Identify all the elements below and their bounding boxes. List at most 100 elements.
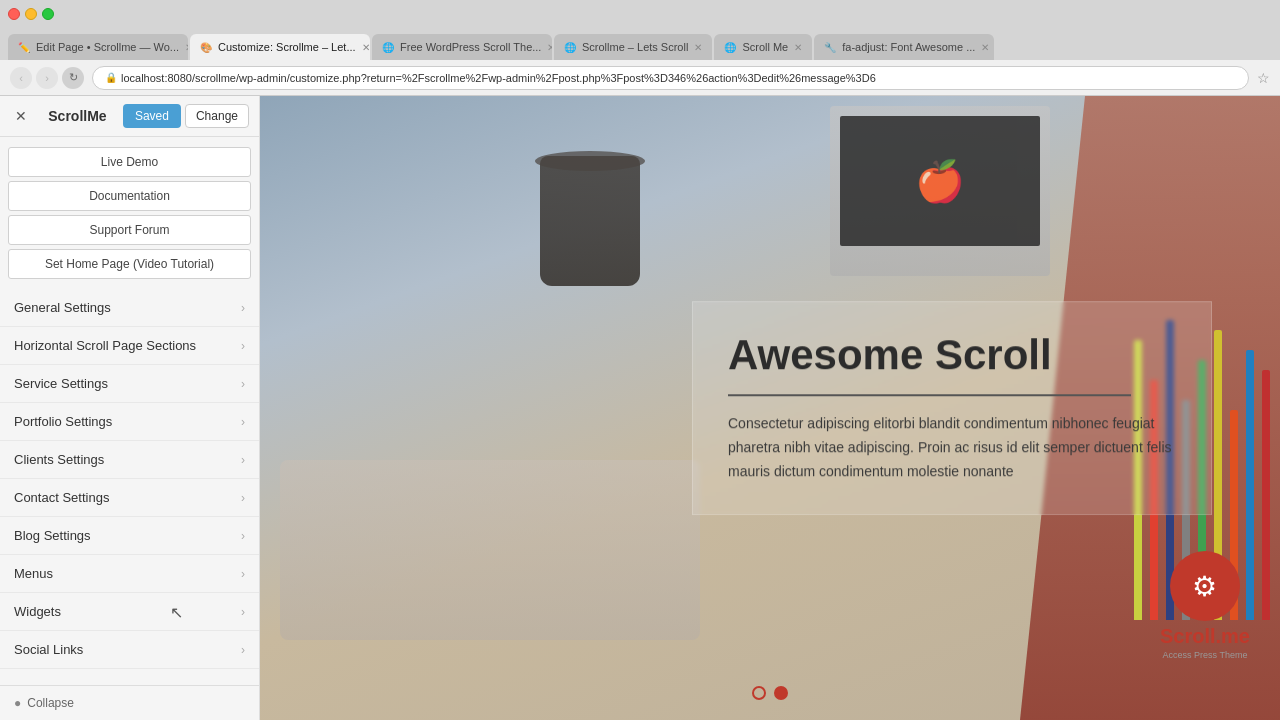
tab-close-button[interactable]: ✕	[981, 42, 989, 53]
bg-coffee-cup	[540, 156, 640, 286]
chevron-right-icon: ›	[241, 453, 245, 467]
app-body: ✕ ScrollMe Saved Change Live Demo Docume…	[0, 96, 1280, 720]
lock-icon: 🔒	[105, 72, 117, 83]
tab-favicon: 🔧	[824, 42, 836, 53]
documentation-button[interactable]: Documentation	[8, 181, 251, 211]
menu-item-label: Service Settings	[14, 376, 108, 391]
refresh-button[interactable]: ↻	[62, 67, 84, 89]
forward-button[interactable]: ›	[36, 67, 58, 89]
tabs-bar: ✏️ Edit Page • Scrollme — Wo... ✕ 🎨 Cust…	[0, 28, 1280, 60]
close-window-button[interactable]	[8, 8, 20, 20]
tab-scrollme-lets[interactable]: 🌐 Scrollme – Lets Scroll ✕	[554, 34, 712, 60]
menu-item-label: Blog Settings	[14, 528, 91, 543]
logo-subtext: Access Press Theme	[1160, 650, 1250, 660]
tab-scroll-me[interactable]: 🌐 Scroll Me ✕	[714, 34, 812, 60]
sidebar: ✕ ScrollMe Saved Change Live Demo Docume…	[0, 96, 260, 720]
tab-close-button[interactable]: ✕	[185, 42, 188, 53]
menu-item-label: Horizontal Scroll Page Sections	[14, 338, 196, 353]
chevron-right-icon: ›	[241, 567, 245, 581]
menu-item-label: Widgets	[14, 604, 61, 619]
saved-button[interactable]: Saved	[123, 104, 181, 128]
tab-label: Free WordPress Scroll The...	[400, 41, 541, 53]
menu-item-label: Menus	[14, 566, 53, 581]
nav-buttons: ‹ › ↻	[10, 67, 84, 89]
pagination	[752, 686, 788, 700]
menu-item-label: Social Links	[14, 642, 83, 657]
menu-item-general-settings[interactable]: General Settings ›	[0, 289, 259, 327]
collapse-button[interactable]: ● Collapse	[0, 685, 259, 720]
sidebar-actions: Live Demo Documentation Support Forum Se…	[0, 137, 259, 289]
live-demo-button[interactable]: Live Demo	[8, 147, 251, 177]
menu-item-portfolio-settings[interactable]: Portfolio Settings ›	[0, 403, 259, 441]
chevron-right-icon: ›	[241, 301, 245, 315]
menu-item-contact-settings[interactable]: Contact Settings ›	[0, 479, 259, 517]
tab-favicon: 🌐	[724, 42, 736, 53]
bg-keyboard	[280, 460, 700, 640]
preview-area: 🍎 .kkey{background:#fff; height:14px; bo…	[260, 96, 1280, 720]
chevron-right-icon: ›	[241, 377, 245, 391]
title-bar	[0, 0, 1280, 28]
tab-free-wp[interactable]: 🌐 Free WordPress Scroll The... ✕	[372, 34, 552, 60]
tab-close-button[interactable]: ✕	[794, 42, 802, 53]
menu-item-widgets[interactable]: Widgets › ↖	[0, 593, 259, 631]
chevron-right-icon: ›	[241, 605, 245, 619]
sidebar-close-button[interactable]: ✕	[10, 105, 32, 127]
sidebar-title: ScrollMe	[48, 108, 106, 124]
tab-close-button[interactable]: ✕	[547, 42, 552, 53]
logo-text: Scroll.me	[1160, 625, 1250, 648]
set-home-page-button[interactable]: Set Home Page (Video Tutorial)	[8, 249, 251, 279]
tab-label: Edit Page • Scrollme — Wo...	[36, 41, 179, 53]
tab-fa-adjust[interactable]: 🔧 fa-adjust: Font Awesome ... ✕	[814, 34, 994, 60]
pagination-dot-2[interactable]	[774, 686, 788, 700]
tab-close-button[interactable]: ✕	[694, 42, 702, 53]
sidebar-header: ✕ ScrollMe Saved Change	[0, 96, 259, 137]
menu-item-horizontal-scroll[interactable]: Horizontal Scroll Page Sections ›	[0, 327, 259, 365]
tab-close-button[interactable]: ✕	[362, 42, 370, 53]
address-input[interactable]: 🔒 localhost:8080/scrollme/wp-admin/custo…	[92, 66, 1249, 90]
menu-item-menus[interactable]: Menus ›	[0, 555, 259, 593]
address-text: localhost:8080/scrollme/wp-admin/customi…	[121, 72, 876, 84]
tab-edit-page[interactable]: ✏️ Edit Page • Scrollme — Wo... ✕	[8, 34, 188, 60]
pagination-dot-1[interactable]	[752, 686, 766, 700]
collapse-icon: ●	[14, 696, 21, 710]
tab-label: fa-adjust: Font Awesome ...	[842, 41, 975, 53]
tab-favicon: 🌐	[564, 42, 576, 53]
tab-label: Customize: Scrollme – Let...	[218, 41, 356, 53]
tab-favicon: 🌐	[382, 42, 394, 53]
chevron-right-icon: ›	[241, 339, 245, 353]
card-divider	[728, 394, 1131, 396]
menu-item-clients-settings[interactable]: Clients Settings ›	[0, 441, 259, 479]
menu-item-label: Clients Settings	[14, 452, 104, 467]
tab-customize[interactable]: 🎨 Customize: Scrollme – Let... ✕	[190, 34, 370, 60]
collapse-label: Collapse	[27, 696, 74, 710]
tab-favicon: 🎨	[200, 42, 212, 53]
browser-frame: ✏️ Edit Page • Scrollme — Wo... ✕ 🎨 Cust…	[0, 0, 1280, 96]
support-forum-button[interactable]: Support Forum	[8, 215, 251, 245]
minimize-window-button[interactable]	[25, 8, 37, 20]
preview-background: 🍎 .kkey{background:#fff; height:14px; bo…	[260, 96, 1280, 720]
card-title: Awesome Scroll	[728, 332, 1176, 378]
card-body-text: Consectetur adipiscing elitorbi blandit …	[728, 412, 1176, 483]
address-bar: ‹ › ↻ 🔒 localhost:8080/scrollme/wp-admin…	[0, 60, 1280, 96]
tab-favicon: ✏️	[18, 42, 30, 53]
menu-item-label: General Settings	[14, 300, 111, 315]
menu-item-service-settings[interactable]: Service Settings ›	[0, 365, 259, 403]
chevron-right-icon: ›	[241, 643, 245, 657]
menu-item-blog-settings[interactable]: Blog Settings ›	[0, 517, 259, 555]
bookmark-icon[interactable]: ☆	[1257, 70, 1270, 86]
back-button[interactable]: ‹	[10, 67, 32, 89]
menu-item-label: Portfolio Settings	[14, 414, 112, 429]
bg-laptop-screen: 🍎	[840, 116, 1040, 246]
content-card: Awesome Scroll Consectetur adipiscing el…	[692, 301, 1212, 515]
maximize-window-button[interactable]	[42, 8, 54, 20]
bg-coffee-cup-rim	[535, 151, 645, 171]
logo-area: ⚙ Scroll.me Access Press Theme	[1160, 551, 1250, 660]
change-button[interactable]: Change	[185, 104, 249, 128]
menu-item-social-links[interactable]: Social Links ›	[0, 631, 259, 669]
chevron-right-icon: ›	[241, 491, 245, 505]
traffic-lights	[8, 8, 54, 20]
logo-icon: ⚙	[1170, 551, 1240, 621]
tab-label: Scrollme – Lets Scroll	[582, 41, 688, 53]
tab-label: Scroll Me	[742, 41, 788, 53]
menu-item-label: Contact Settings	[14, 490, 109, 505]
